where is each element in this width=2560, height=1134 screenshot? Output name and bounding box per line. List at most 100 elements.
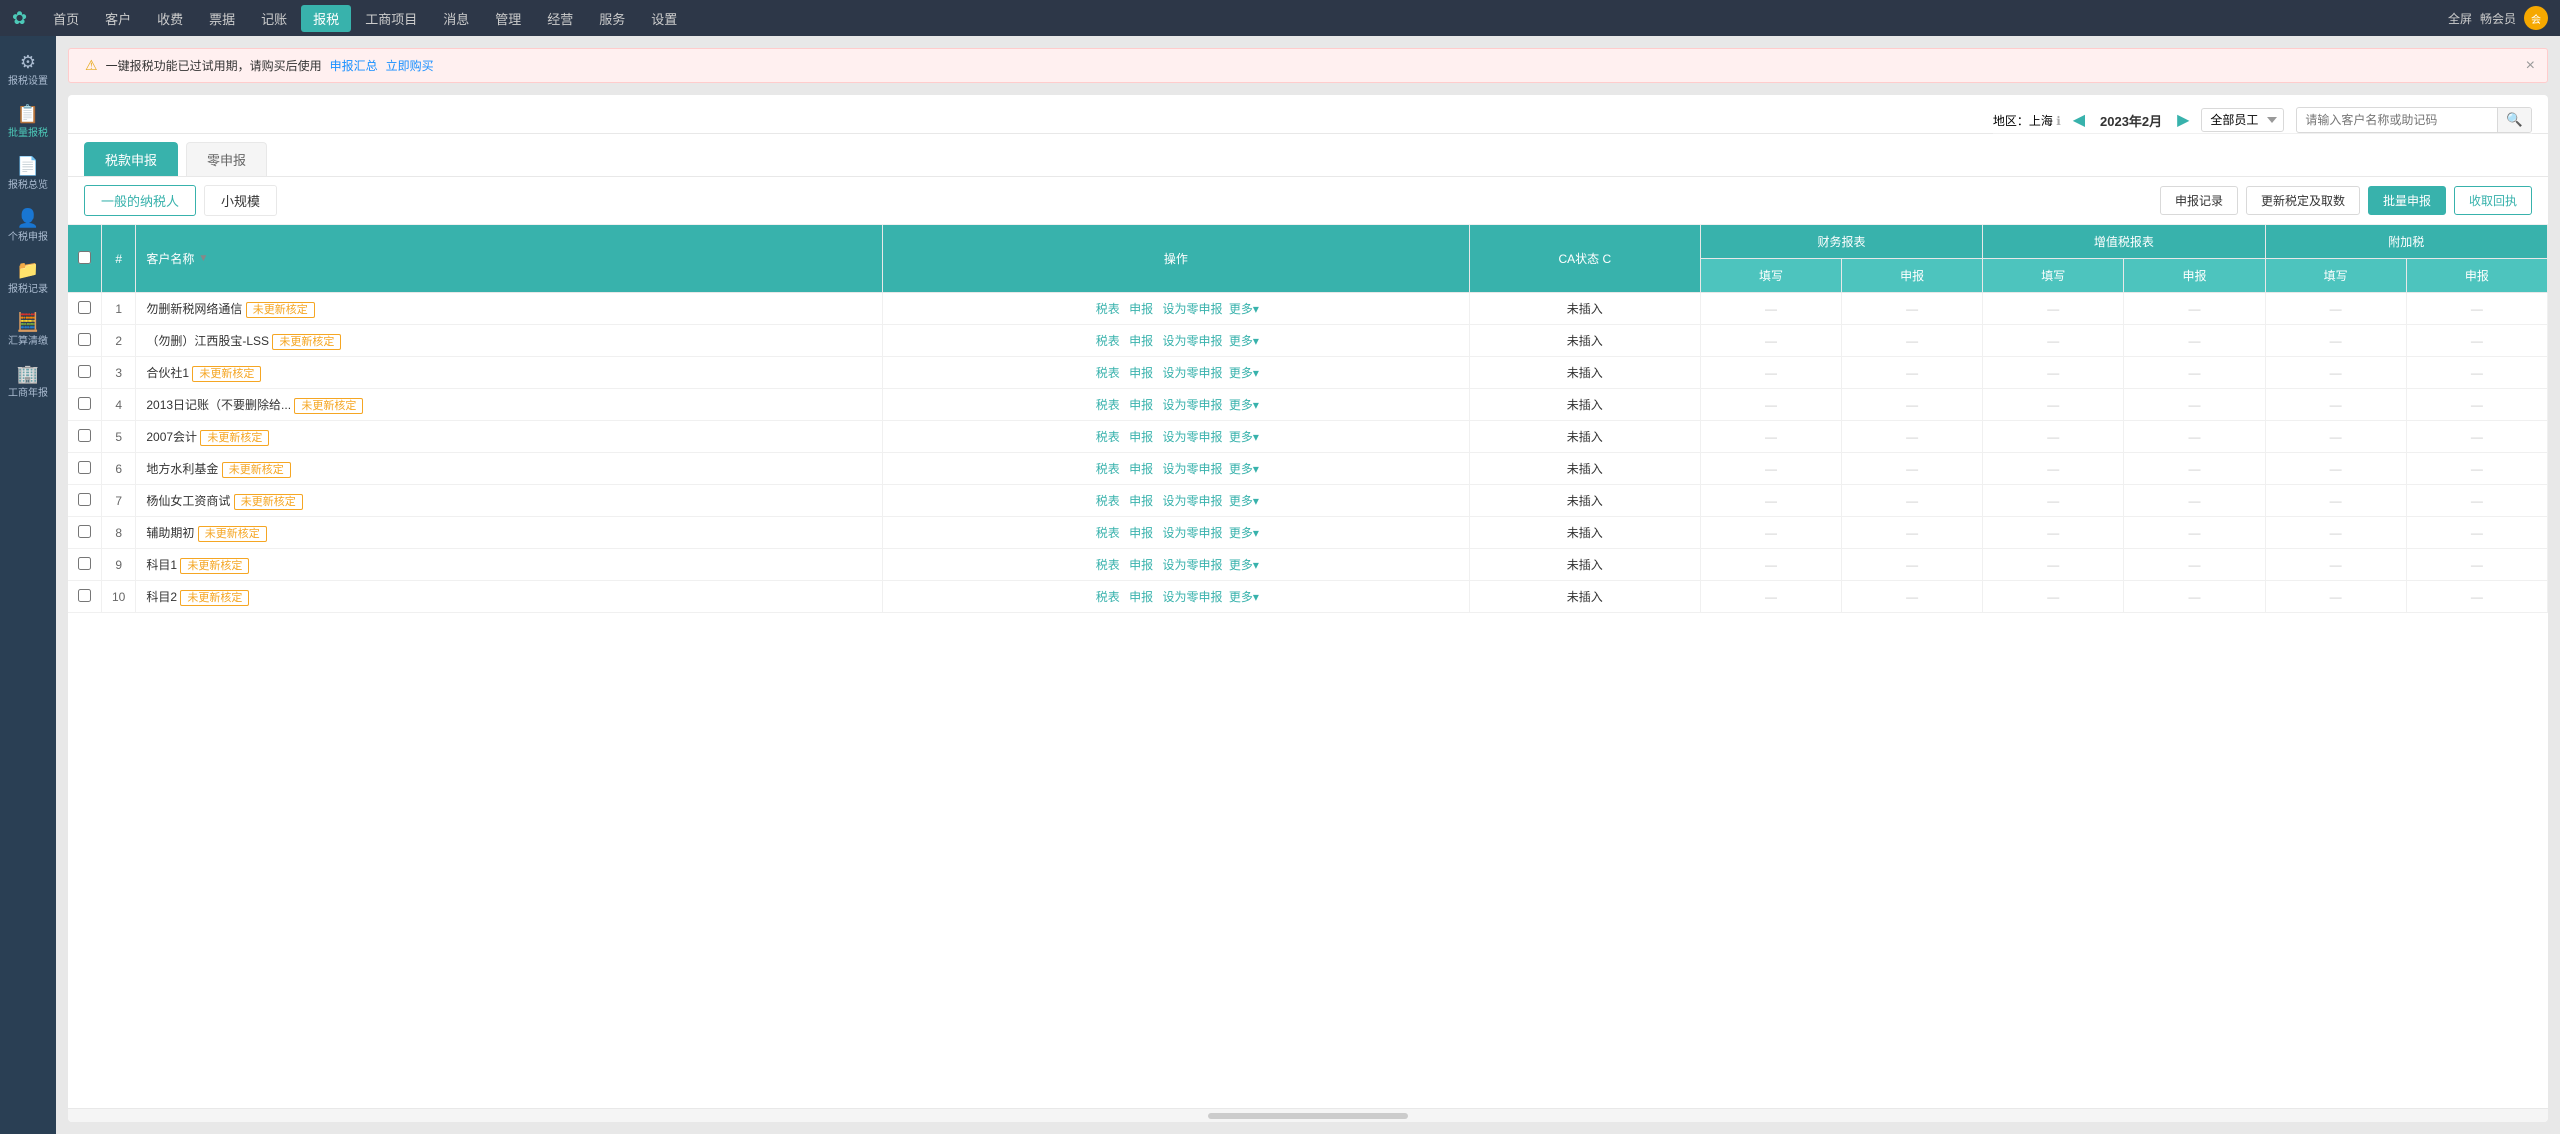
op-more[interactable]: 更多▾ — [1229, 590, 1259, 604]
row-checkbox-2[interactable] — [78, 365, 91, 378]
op-declare[interactable]: 申报 — [1129, 398, 1153, 412]
row-checkbox-4[interactable] — [78, 429, 91, 442]
tab-零申报[interactable]: 零申报 — [186, 142, 267, 176]
op-set-zero[interactable]: 设为零申报 — [1163, 526, 1223, 540]
sidebar-item-报税总览[interactable]: 📄 报税总览 — [0, 148, 56, 200]
op-tax-table[interactable]: 税表 — [1096, 526, 1120, 540]
next-month-button[interactable]: ▶ — [2177, 110, 2189, 130]
op-set-zero[interactable]: 设为零申报 — [1163, 334, 1223, 348]
op-set-zero[interactable]: 设为零申报 — [1163, 398, 1223, 412]
banner-close-button[interactable]: × — [2526, 57, 2535, 75]
sidebar-item-报税设置[interactable]: ⚙ 报税设置 — [0, 44, 56, 96]
nav-item-消息[interactable]: 消息 — [431, 5, 481, 32]
nav-item-首页[interactable]: 首页 — [41, 5, 91, 32]
nav-item-客户[interactable]: 客户 — [93, 5, 143, 32]
batch-declare-button[interactable]: 批量申报 — [2368, 186, 2446, 215]
sort-icon[interactable]: ▼ — [198, 253, 208, 264]
search-input[interactable] — [2297, 109, 2497, 131]
op-set-zero[interactable]: 设为零申报 — [1163, 366, 1223, 380]
banner-link-report[interactable]: 申报汇总 — [330, 57, 378, 74]
select-all-checkbox[interactable] — [78, 251, 91, 264]
apply-record-button[interactable]: 申报记录 — [2160, 186, 2238, 215]
op-tax-table[interactable]: 税表 — [1096, 430, 1120, 444]
sidebar-item-汇算清缴[interactable]: 🧮 汇算清缴 — [0, 304, 56, 356]
row-add-declare: — — [2406, 357, 2547, 389]
logo-icon[interactable]: ✿ — [12, 8, 27, 29]
op-set-zero[interactable]: 设为零申报 — [1163, 462, 1223, 476]
op-declare[interactable]: 申报 — [1129, 494, 1153, 508]
op-tax-table[interactable]: 税表 — [1096, 334, 1120, 348]
op-declare[interactable]: 申报 — [1129, 558, 1153, 572]
op-set-zero[interactable]: 设为零申报 — [1163, 302, 1223, 316]
scroll-thumb[interactable] — [1208, 1113, 1408, 1119]
op-more[interactable]: 更多▾ — [1229, 462, 1259, 476]
row-checkbox-7[interactable] — [78, 525, 91, 538]
op-declare[interactable]: 申报 — [1129, 302, 1153, 316]
row-operations: 税表 申报 设为零申报 更多▾ — [882, 357, 1469, 389]
op-declare[interactable]: 申报 — [1129, 366, 1153, 380]
prev-month-button[interactable]: ◀ — [2073, 110, 2085, 130]
row-checkbox-1[interactable] — [78, 333, 91, 346]
row-add-fill: — — [2265, 453, 2406, 485]
op-more[interactable]: 更多▾ — [1229, 302, 1259, 316]
row-checkbox-6[interactable] — [78, 493, 91, 506]
sidebar-item-批量报税[interactable]: 📋 批量报税 — [0, 96, 56, 148]
search-button[interactable]: 🔍 — [2497, 108, 2531, 132]
op-set-zero[interactable]: 设为零申报 — [1163, 430, 1223, 444]
nav-item-报税[interactable]: 报税 — [301, 5, 351, 32]
sidebar-icon: 📄 — [17, 156, 39, 177]
op-tax-table[interactable]: 税表 — [1096, 494, 1120, 508]
region-info-icon[interactable]: ℹ — [2056, 114, 2061, 128]
nav-item-工商项目[interactable]: 工商项目 — [353, 5, 429, 32]
op-more[interactable]: 更多▾ — [1229, 558, 1259, 572]
nav-item-服务[interactable]: 服务 — [587, 5, 637, 32]
op-more[interactable]: 更多▾ — [1229, 526, 1259, 540]
nav-item-记账[interactable]: 记账 — [249, 5, 299, 32]
op-declare[interactable]: 申报 — [1129, 430, 1153, 444]
sidebar-item-工商年报[interactable]: 🏢 工商年报 — [0, 356, 56, 408]
op-set-zero[interactable]: 设为零申报 — [1163, 494, 1223, 508]
sub-tab-小规模[interactable]: 小规模 — [204, 185, 277, 216]
op-more[interactable]: 更多▾ — [1229, 366, 1259, 380]
op-more[interactable]: 更多▾ — [1229, 494, 1259, 508]
avatar[interactable]: 会 — [2524, 6, 2548, 30]
sub-tab-一般的纳税人[interactable]: 一般的纳税人 — [84, 185, 196, 216]
op-tax-table[interactable]: 税表 — [1096, 590, 1120, 604]
nav-item-收费[interactable]: 收费 — [145, 5, 195, 32]
nav-item-经营[interactable]: 经营 — [535, 5, 585, 32]
sidebar-icon: 📋 — [17, 104, 39, 125]
horizontal-scrollbar[interactable] — [68, 1108, 2548, 1122]
op-set-zero[interactable]: 设为零申报 — [1163, 590, 1223, 604]
fullscreen-button[interactable]: 全屏 — [2448, 10, 2472, 27]
op-tax-table[interactable]: 税表 — [1096, 302, 1120, 316]
row-checkbox-0[interactable] — [78, 301, 91, 314]
op-more[interactable]: 更多▾ — [1229, 430, 1259, 444]
op-more[interactable]: 更多▾ — [1229, 334, 1259, 348]
nav-item-管理[interactable]: 管理 — [483, 5, 533, 32]
op-tax-table[interactable]: 税表 — [1096, 366, 1120, 380]
ca-info-icon[interactable]: C — [1602, 252, 1611, 266]
sidebar-item-个税申报[interactable]: 👤 个税申报 — [0, 200, 56, 252]
op-declare[interactable]: 申报 — [1129, 590, 1153, 604]
update-declaration-button[interactable]: 更新税定及取数 — [2246, 186, 2360, 215]
department-select[interactable]: 全部员工 — [2201, 108, 2284, 132]
op-tax-table[interactable]: 税表 — [1096, 462, 1120, 476]
retrieve-return-button[interactable]: 收取回执 — [2454, 186, 2532, 215]
nav-item-票据[interactable]: 票据 — [197, 5, 247, 32]
op-declare[interactable]: 申报 — [1129, 526, 1153, 540]
nav-item-设置[interactable]: 设置 — [639, 5, 689, 32]
banner-link-buy[interactable]: 立即购买 — [386, 57, 434, 74]
tab-税款申报[interactable]: 税款申报 — [84, 142, 178, 176]
sidebar-item-报税记录[interactable]: 📁 报税记录 — [0, 252, 56, 304]
row-checkbox-8[interactable] — [78, 557, 91, 570]
op-tax-table[interactable]: 税表 — [1096, 398, 1120, 412]
op-more[interactable]: 更多▾ — [1229, 398, 1259, 412]
op-declare[interactable]: 申报 — [1129, 462, 1153, 476]
upgrade-button[interactable]: 畅会员 — [2480, 10, 2516, 27]
row-checkbox-9[interactable] — [78, 589, 91, 602]
op-declare[interactable]: 申报 — [1129, 334, 1153, 348]
row-checkbox-3[interactable] — [78, 397, 91, 410]
op-tax-table[interactable]: 税表 — [1096, 558, 1120, 572]
op-set-zero[interactable]: 设为零申报 — [1163, 558, 1223, 572]
row-checkbox-5[interactable] — [78, 461, 91, 474]
